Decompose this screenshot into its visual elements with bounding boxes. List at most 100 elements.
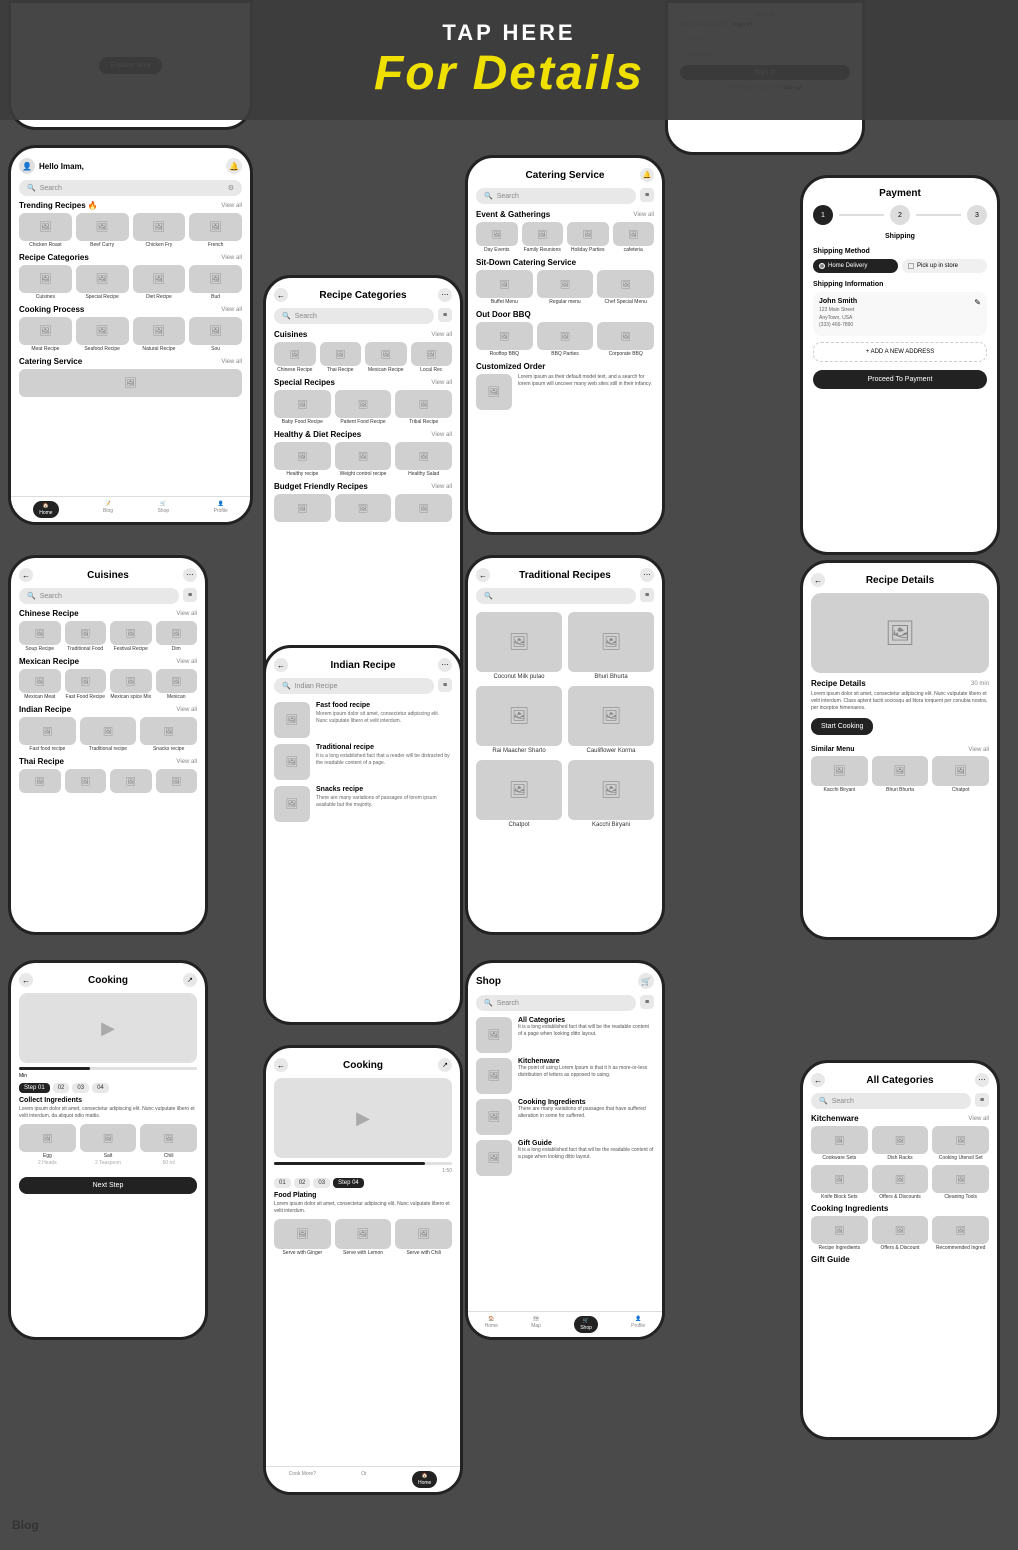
thumb-festival[interactable]: 🖼 [110, 621, 152, 645]
thumb-ind2[interactable]: 🖼 [80, 717, 137, 745]
thumb-regular[interactable]: 🖼 [537, 270, 594, 298]
thumb-chicken-fry[interactable]: 🖼 [133, 213, 186, 241]
s03[interactable]: 03 [313, 1178, 330, 1188]
thumb-chinese[interactable]: 🖼 [274, 342, 316, 366]
nav-home[interactable]: 🏠Home [33, 501, 58, 518]
nav-shop[interactable]: 🛒Shop [157, 501, 169, 518]
thumb-offers[interactable]: 🖼 [872, 1165, 929, 1193]
filter-icon[interactable]: ≡ [640, 995, 654, 1009]
thumb-ind3[interactable]: 🖼 [140, 717, 197, 745]
thumb-utensil[interactable]: 🖼 [932, 1126, 989, 1154]
shop-kitchenware[interactable]: 🖼 Kitchenware The point of using Lorem I… [476, 1058, 654, 1094]
trad-item-2[interactable]: 🖼 Rai Maacher Sharto [476, 686, 562, 754]
search-bar[interactable]: 🔍Indian Recipe [274, 678, 434, 694]
trad-item-1[interactable]: 🖼 Bhuri Bhurta [568, 612, 654, 680]
thumb-mexican[interactable]: 🖼 [365, 342, 407, 366]
step04[interactable]: 04 [92, 1083, 109, 1093]
trending-view-all[interactable]: View all [221, 203, 242, 209]
thumb-cuisines[interactable]: 🖼 [19, 265, 72, 293]
s01[interactable]: 01 [274, 1178, 291, 1188]
back-button[interactable]: ← [19, 568, 33, 582]
video-player[interactable]: ▶ [274, 1078, 452, 1158]
filter-icon[interactable]: ≡ [438, 678, 452, 692]
tap-banner[interactable]: TAP HERE For Details [0, 0, 1018, 120]
more-icon[interactable]: ⋯ [183, 568, 197, 582]
thumb-catering[interactable]: 🖼 [19, 369, 242, 397]
thumb-mex3[interactable]: 🖼 [110, 669, 152, 693]
thumb-buffet[interactable]: 🖼 [476, 270, 533, 298]
more-icon[interactable]: ⋯ [975, 1073, 989, 1087]
thumb-tribal[interactable]: 🖼 [395, 390, 452, 418]
filter-icon[interactable]: ≡ [640, 588, 654, 602]
thumb-chef[interactable]: 🖼 [597, 270, 654, 298]
nav-shop[interactable]: 🛒Shop [574, 1316, 598, 1333]
trad-item-3[interactable]: 🖼 Cauliflower Korma [568, 686, 654, 754]
shop-gift[interactable]: 🖼 Gift Guide It is a long established fa… [476, 1140, 654, 1176]
nav-home[interactable]: 🏠Home [485, 1316, 498, 1333]
thumb-dish[interactable]: 🖼 [872, 1126, 929, 1154]
serve-chili[interactable]: 🖼 [395, 1219, 452, 1249]
thumb-special[interactable]: 🖼 [76, 265, 129, 293]
notification-bell[interactable]: 🔔 [640, 168, 654, 182]
similar-2[interactable]: 🖼 [932, 756, 989, 786]
thumb-beef-curry[interactable]: 🖼 [76, 213, 129, 241]
filter-icon[interactable]: ≡ [640, 188, 654, 202]
shop-ingredients[interactable]: 🖼 Cooking Ingredients There are many var… [476, 1099, 654, 1135]
thumb-knife[interactable]: 🖼 [811, 1165, 868, 1193]
filter-icon[interactable]: ≡ [438, 308, 452, 322]
search-bar[interactable]: 🔍 Search ⚙ [19, 180, 242, 196]
similar-0[interactable]: 🖼 [811, 756, 868, 786]
thumb-thai[interactable]: 🖼 [320, 342, 362, 366]
trad-item-5[interactable]: 🖼 Kacchi Biryani [568, 760, 654, 828]
nav-home[interactable]: 🏠Home [412, 1471, 437, 1488]
nav-profile[interactable]: 👤Profile [214, 501, 228, 518]
thumb-mex1[interactable]: 🖼 [19, 669, 61, 693]
search-bar[interactable]: 🔍Search [811, 1093, 971, 1109]
back-button[interactable]: ← [274, 658, 288, 672]
thumb-diet[interactable]: 🖼 [133, 265, 186, 293]
nav-blog[interactable]: 📝Blog [103, 501, 113, 518]
thumb-budget2[interactable]: 🖼 [335, 494, 392, 522]
thumb-ind1[interactable]: 🖼 [19, 717, 76, 745]
thumb-thai2[interactable]: 🖼 [65, 769, 107, 793]
add-address-btn[interactable]: + ADD A NEW ADDRESS [813, 342, 987, 362]
thumb-day[interactable]: 🖼 [476, 222, 518, 246]
proceed-button[interactable]: Proceed To Payment [813, 370, 987, 389]
back-button[interactable]: ← [476, 568, 490, 582]
share-icon[interactable]: ↗ [183, 973, 197, 987]
progress-bar[interactable] [19, 1067, 197, 1070]
recipe-item-fast[interactable]: 🖼 Fast food recipe Morem ipsum dolor sit… [274, 702, 452, 738]
recipe-item-snacks[interactable]: 🖼 Snacks recipe There are many variation… [274, 786, 452, 822]
more-icon[interactable]: ⋯ [438, 288, 452, 302]
start-cooking-btn[interactable]: Start Cooking [811, 718, 873, 735]
custom-image[interactable]: 🖼 [476, 374, 512, 410]
thumb-local[interactable]: 🖼 [411, 342, 453, 366]
trad-item-4[interactable]: 🖼 Chatpot [476, 760, 562, 828]
thumb-budget1[interactable]: 🖼 [274, 494, 331, 522]
edit-icon[interactable]: ✎ [974, 298, 981, 307]
thumb-trad-food[interactable]: 🖼 [65, 621, 107, 645]
search-bar[interactable]: 🔍Search [19, 588, 179, 604]
thumb-bbq[interactable]: 🖼 [537, 322, 594, 350]
thumb-rooftop[interactable]: 🖼 [476, 322, 533, 350]
thumb-seafood[interactable]: 🖼 [76, 317, 129, 345]
thumb-chicken-roast[interactable]: 🖼 [19, 213, 72, 241]
thumb-dim[interactable]: 🖼 [156, 621, 198, 645]
thumb-rec-ing[interactable]: 🖼 [811, 1216, 868, 1244]
categories-view-all[interactable]: View all [221, 255, 242, 261]
more-icon[interactable]: ⋯ [438, 658, 452, 672]
serve-ginger[interactable]: 🖼 [274, 1219, 331, 1249]
shop-all-categories[interactable]: 🖼 All Categories It is a long establishe… [476, 1017, 654, 1053]
filter-icon[interactable]: ≡ [183, 588, 197, 602]
thumb-salad[interactable]: 🖼 [395, 442, 452, 470]
back-button[interactable]: ← [811, 573, 825, 587]
filter-icon[interactable]: ≡ [975, 1093, 989, 1107]
thumb-cafeteria[interactable]: 🖼 [613, 222, 655, 246]
nav-cook-more[interactable]: Cook More? [289, 1471, 316, 1488]
nav-profile[interactable]: 👤Profile [631, 1316, 645, 1333]
thumb-weight[interactable]: 🖼 [335, 442, 392, 470]
thumb-recom[interactable]: 🖼 [932, 1216, 989, 1244]
share-icon[interactable]: ↗ [438, 1058, 452, 1072]
thumb-bud[interactable]: 🖼 [189, 265, 242, 293]
thumb-patient[interactable]: 🖼 [335, 390, 392, 418]
